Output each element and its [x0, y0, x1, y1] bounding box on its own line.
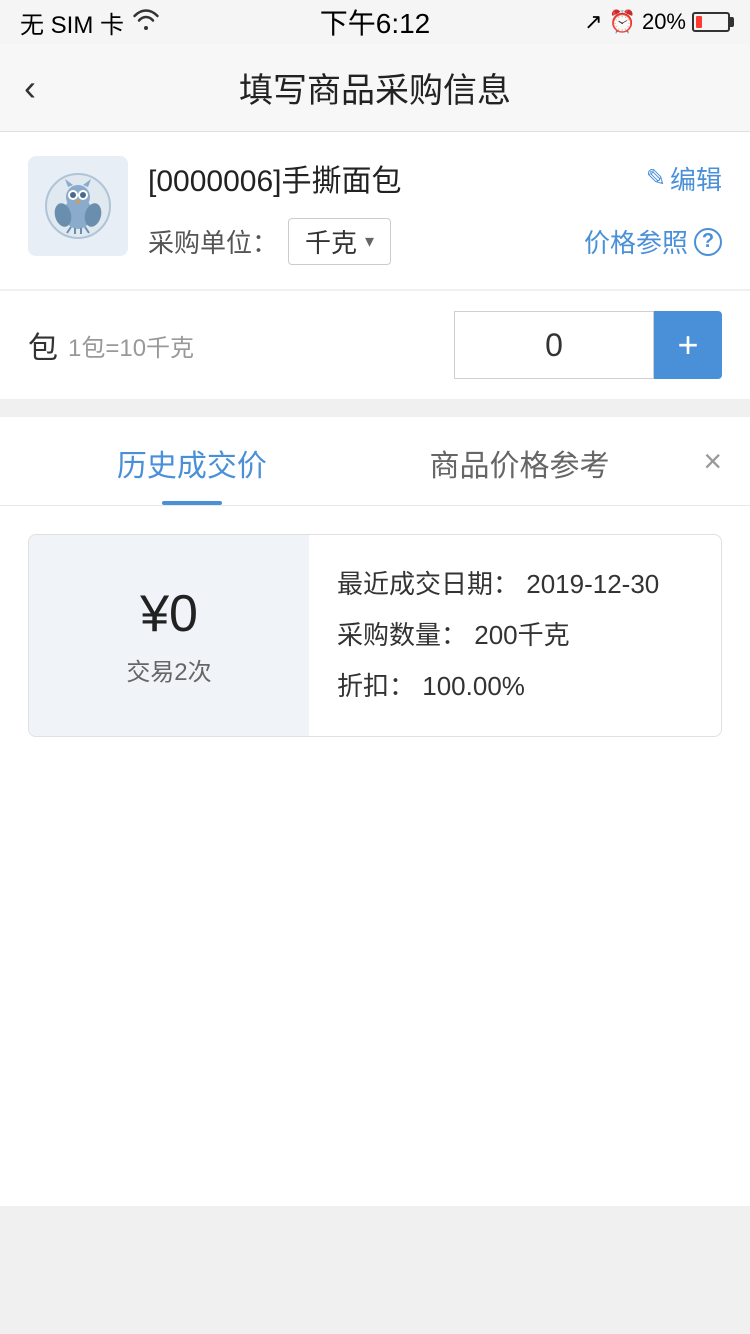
history-price: ¥0: [140, 584, 198, 644]
price-ref-help-icon: ?: [694, 228, 722, 256]
product-info: [0000006]手撕面包 ✎ 编辑 采购单位： 千克 ▾ 价格参照 ?: [148, 156, 722, 265]
page-title: 填写商品采购信息: [239, 63, 511, 112]
nav-bar: ‹ 填写商品采购信息: [0, 44, 750, 132]
product-card: [0000006]手撕面包 ✎ 编辑 采购单位： 千克 ▾ 价格参照 ?: [0, 132, 750, 289]
quantity-value: 0: [545, 327, 563, 364]
purchase-qty-label: 采购数量：: [337, 620, 467, 650]
unit-select[interactable]: 千克 ▾: [288, 218, 391, 265]
tab-active-indicator: [162, 501, 222, 505]
purchase-unit-label: 采购单位：: [148, 223, 278, 260]
product-name: [0000006]手撕面包: [148, 156, 401, 200]
tab-history-label: 历史成交价: [117, 450, 267, 483]
quantity-input[interactable]: 0: [454, 311, 654, 379]
carrier-text: 无 SIM 卡: [20, 5, 124, 40]
purchase-qty-row: 采购数量： 200千克: [337, 616, 693, 655]
history-trades: 交易2次: [126, 652, 211, 687]
edit-button[interactable]: ✎ 编辑: [646, 160, 722, 197]
status-left: 无 SIM 卡: [20, 5, 160, 40]
recent-date-value: 2019-12-30: [526, 569, 659, 599]
alarm-icon: ⏰: [609, 9, 636, 35]
location-icon: ↗: [584, 9, 602, 35]
edit-label: 编辑: [670, 160, 722, 197]
status-right: ↗ ⏰ 20%: [584, 9, 730, 35]
discount-value: 100.00%: [422, 671, 525, 701]
section-divider: [0, 401, 750, 417]
product-name-row: [0000006]手撕面包 ✎ 编辑: [148, 156, 722, 200]
tab-history-price[interactable]: 历史成交价: [28, 417, 356, 505]
recent-date-row: 最近成交日期： 2019-12-30: [337, 565, 693, 604]
edit-icon: ✎: [646, 164, 666, 193]
discount-label: 折扣：: [337, 671, 415, 701]
product-header: [0000006]手撕面包 ✎ 编辑 采购单位： 千克 ▾ 价格参照 ?: [28, 156, 722, 265]
quantity-plus-button[interactable]: +: [654, 311, 722, 379]
unit-conversion: 1包=10千克: [68, 328, 194, 363]
main-content: ¥0 交易2次 最近成交日期： 2019-12-30 采购数量： 200千克 折…: [0, 506, 750, 1206]
unit-value: 千克: [305, 223, 357, 260]
history-content: ¥0 交易2次 最近成交日期： 2019-12-30 采购数量： 200千克 折…: [0, 506, 750, 765]
battery-icon: [692, 12, 730, 32]
tab-price-ref-label: 商品价格参考: [429, 450, 609, 483]
back-button[interactable]: ‹: [24, 67, 36, 109]
product-image: [28, 156, 128, 256]
battery-percent: 20%: [642, 9, 686, 35]
discount-row: 折扣： 100.00%: [337, 667, 693, 706]
tabs-container: 历史成交价 商品价格参考 ×: [0, 417, 750, 506]
purchase-qty-value: 200千克: [474, 620, 569, 650]
history-card: ¥0 交易2次 最近成交日期： 2019-12-30 采购数量： 200千克 折…: [28, 534, 722, 737]
status-time: 下午6:12: [320, 2, 431, 42]
wifi-icon: [132, 8, 160, 37]
history-price-block: ¥0 交易2次: [29, 535, 309, 736]
tab-price-reference[interactable]: 商品价格参考: [356, 417, 684, 505]
unit-arrow-icon: ▾: [365, 231, 374, 252]
purchase-unit-row: 采购单位： 千克 ▾ 价格参照 ?: [148, 218, 722, 265]
price-ref-label: 价格参照: [584, 223, 688, 260]
unit-badge: 包: [28, 323, 58, 367]
recent-date-label: 最近成交日期：: [337, 569, 519, 599]
plus-icon: +: [677, 324, 698, 366]
history-details: 最近成交日期： 2019-12-30 采购数量： 200千克 折扣： 100.0…: [309, 535, 721, 736]
close-button[interactable]: ×: [683, 423, 722, 500]
price-reference-button[interactable]: 价格参照 ?: [584, 223, 722, 260]
quantity-right: 0 +: [454, 311, 722, 379]
status-bar: 无 SIM 卡 下午6:12 ↗ ⏰ 20%: [0, 0, 750, 44]
quantity-section: 包 1包=10千克 0 +: [0, 291, 750, 399]
quantity-left: 包 1包=10千克: [28, 323, 194, 367]
